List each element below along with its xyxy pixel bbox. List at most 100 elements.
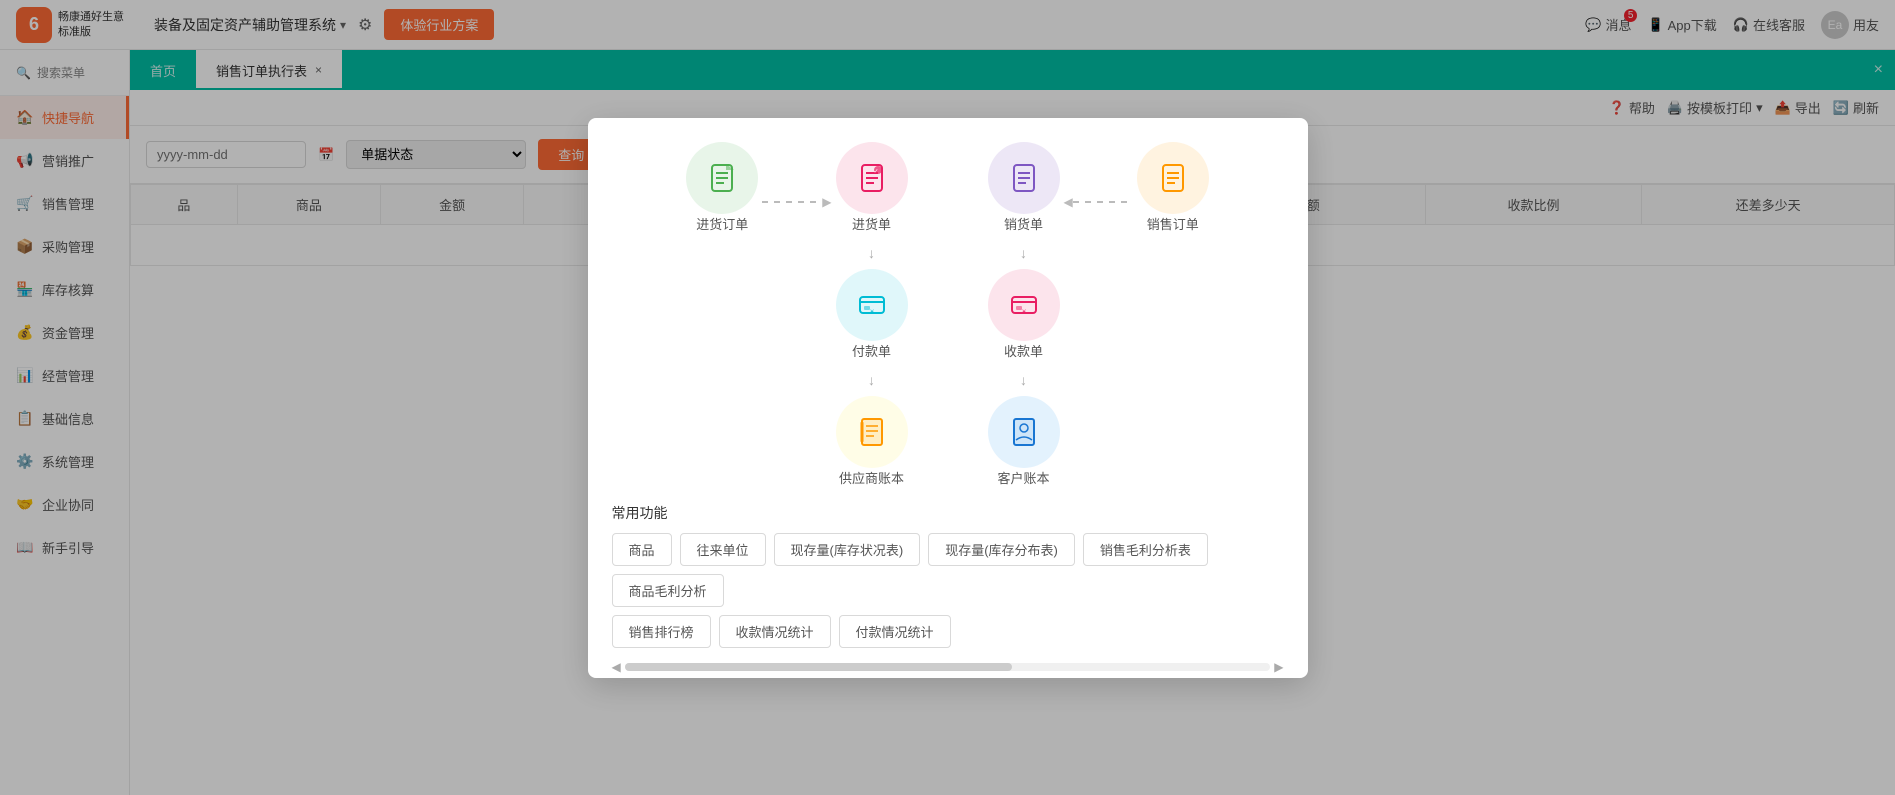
refresh-button[interactable]: 🔄 刷新 bbox=[1833, 98, 1879, 117]
arrow-down-purchase: ↓ bbox=[836, 245, 908, 261]
wf-node-payment[interactable]: ¥ 付款单 bbox=[836, 269, 908, 360]
sidebar-item-marketing[interactable]: 📢 营销推广 bbox=[0, 139, 129, 182]
workflow-modal[interactable]: 进货订单 ▶ ✓ 进货单 销货单 bbox=[588, 118, 1308, 678]
sale-bill-icon bbox=[988, 142, 1060, 214]
modal-scrollbar: ◀ ▶ bbox=[612, 660, 1284, 674]
top-right-actions: 💬 消息 5 📱 App下载 🎧 在线客服 Ea 用友 bbox=[1585, 11, 1879, 39]
app-download-button[interactable]: 📱 App下载 bbox=[1647, 15, 1716, 34]
sidebar-item-system[interactable]: ⚙️ 系统管理 bbox=[0, 440, 129, 483]
receipt-icon: ¥ bbox=[988, 269, 1060, 341]
status-select[interactable]: 单据状态 bbox=[346, 140, 526, 169]
marketing-icon: 📢 bbox=[16, 152, 34, 170]
system-icon: ⚙️ bbox=[16, 453, 34, 471]
tab-sales-order-execution[interactable]: 销售订单执行表 × bbox=[196, 50, 342, 90]
cf-btn-product[interactable]: 商品 bbox=[612, 533, 672, 566]
common-functions-title: 常用功能 bbox=[612, 503, 1284, 523]
settings-button[interactable]: ⚙ bbox=[358, 15, 372, 35]
wf-node-sale-bill[interactable]: 销货单 bbox=[988, 142, 1060, 233]
sidebar-item-basic[interactable]: 📋 基础信息 bbox=[0, 397, 129, 440]
search-icon: 🔍 bbox=[16, 66, 31, 80]
cf-btn-stock-status[interactable]: 现存量(库存状况表) bbox=[774, 533, 921, 566]
common-function-buttons-row2: 销售排行榜 收款情况统计 付款情况统计 bbox=[612, 615, 1284, 648]
wf-node-purchase-order[interactable]: 进货订单 bbox=[686, 142, 758, 233]
tab-close-button[interactable]: × bbox=[315, 63, 322, 77]
purchase-order-label: 进货订单 bbox=[696, 214, 748, 233]
close-all-tabs-button[interactable]: × bbox=[1874, 61, 1883, 79]
payment-label: 付款单 bbox=[852, 341, 891, 360]
scroll-thumb bbox=[625, 663, 1012, 671]
scroll-left-button[interactable]: ◀ bbox=[612, 660, 621, 674]
customer-ledger-label: 客户账本 bbox=[997, 468, 1049, 487]
sale-order-label: 销售订单 bbox=[1147, 214, 1199, 233]
col-days-remaining: 还差多少天 bbox=[1642, 185, 1895, 225]
tab-home[interactable]: 首页 bbox=[130, 50, 196, 90]
arrow-down-payment: ↓ bbox=[836, 372, 908, 388]
cf-btn-sale-profit[interactable]: 销售毛利分析表 bbox=[1083, 533, 1208, 566]
sidebar-search-button[interactable]: 🔍 搜索菜单 bbox=[10, 60, 119, 85]
col-pin: 品 bbox=[131, 185, 238, 225]
wf-node-supplier-ledger[interactable]: 供应商账本 bbox=[836, 396, 908, 487]
export-icon: 📤 bbox=[1775, 100, 1791, 116]
supplier-ledger-label: 供应商账本 bbox=[839, 468, 904, 487]
cf-btn-payment-stats[interactable]: 付款情况统计 bbox=[839, 615, 951, 648]
wf-node-customer-ledger[interactable]: 客户账本 bbox=[988, 396, 1060, 487]
cf-btn-contacts[interactable]: 往来单位 bbox=[680, 533, 766, 566]
system-dropdown-button[interactable]: ▾ bbox=[340, 18, 346, 32]
sidebar-item-operation[interactable]: 📊 经营管理 bbox=[0, 354, 129, 397]
top-bar: 6 畅康通好生意 标准版 装备及固定资产辅助管理系统 ▾ ⚙ 体验行业方案 💬 … bbox=[0, 0, 1895, 50]
sidebar-item-sales[interactable]: 🛒 销售管理 bbox=[0, 182, 129, 225]
sidebar-item-purchase[interactable]: 📦 采购管理 bbox=[0, 225, 129, 268]
guide-icon: 📖 bbox=[16, 539, 34, 557]
date-start-input[interactable] bbox=[146, 141, 306, 168]
finance-icon: 💰 bbox=[16, 324, 34, 342]
receipt-label: 收款单 bbox=[1004, 341, 1043, 360]
sidebar-item-guide[interactable]: 📖 新手引导 bbox=[0, 526, 129, 569]
help-button[interactable]: ❓ 帮助 bbox=[1609, 98, 1655, 117]
app-download-label: App下载 bbox=[1668, 15, 1717, 34]
arrow-down-receipt: ↓ bbox=[988, 372, 1060, 388]
wf-node-purchase-bill[interactable]: ✓ 进货单 bbox=[836, 142, 908, 233]
common-functions-section: 常用功能 商品 往来单位 现存量(库存状况表) 现存量(库存分布表) 销售毛利分… bbox=[612, 503, 1284, 648]
col-receipt-ratio: 收款比例 bbox=[1425, 185, 1641, 225]
scroll-right-button[interactable]: ▶ bbox=[1274, 660, 1283, 674]
sidebar: 🔍 搜索菜单 🏠 快捷导航 📢 营销推广 🛒 销售管理 📦 采购管理 bbox=[0, 50, 130, 795]
message-button[interactable]: 💬 消息 5 bbox=[1585, 15, 1631, 34]
arrow-down-sale: ↓ bbox=[988, 245, 1060, 261]
refresh-icon: 🔄 bbox=[1833, 100, 1849, 116]
user-label: 用友 bbox=[1853, 15, 1879, 34]
purchase-bill-icon: ✓ bbox=[836, 142, 908, 214]
sale-bill-label: 销货单 bbox=[1004, 214, 1043, 233]
print-button[interactable]: 🖨️ 按模板打印 ▾ bbox=[1667, 98, 1763, 117]
calendar-icon: 📅 bbox=[318, 147, 334, 163]
sidebar-item-inventory[interactable]: 🏪 库存核算 bbox=[0, 268, 129, 311]
experience-button[interactable]: 体验行业方案 bbox=[384, 9, 494, 40]
cf-btn-product-profit[interactable]: 商品毛利分析 bbox=[612, 574, 724, 607]
help-icon: ❓ bbox=[1609, 100, 1625, 116]
export-button[interactable]: 📤 导出 bbox=[1775, 98, 1821, 117]
basic-icon: 📋 bbox=[16, 410, 34, 428]
wf-node-receipt[interactable]: ¥ 收款单 bbox=[988, 269, 1060, 360]
supplier-ledger-icon bbox=[836, 396, 908, 468]
purchase-icon: 📦 bbox=[16, 238, 34, 256]
scroll-track[interactable] bbox=[625, 663, 1271, 671]
purchase-bill-label: 进货单 bbox=[852, 214, 891, 233]
operation-icon: 📊 bbox=[16, 367, 34, 385]
user-avatar: Ea bbox=[1821, 11, 1849, 39]
online-service-button[interactable]: 🎧 在线客服 bbox=[1733, 15, 1805, 34]
sidebar-item-finance[interactable]: 💰 资金管理 bbox=[0, 311, 129, 354]
cf-btn-stock-dist[interactable]: 现存量(库存分布表) bbox=[928, 533, 1075, 566]
download-icon: 📱 bbox=[1647, 17, 1663, 33]
logo-icon: 6 bbox=[16, 7, 52, 43]
service-icon: 🎧 bbox=[1733, 17, 1749, 33]
sidebar-search-area: 🔍 搜索菜单 bbox=[0, 50, 129, 96]
message-badge: 5 bbox=[1624, 9, 1638, 22]
user-menu[interactable]: Ea 用友 bbox=[1821, 11, 1879, 39]
cf-btn-sale-ranking[interactable]: 销售排行榜 bbox=[612, 615, 711, 648]
sidebar-item-enterprise[interactable]: 🤝 企业协同 bbox=[0, 483, 129, 526]
wf-node-sale-order[interactable]: 销售订单 bbox=[1137, 142, 1209, 233]
sales-icon: 🛒 bbox=[16, 195, 34, 213]
system-title-area: 装备及固定资产辅助管理系统 ▾ ⚙ 体验行业方案 bbox=[154, 9, 494, 40]
sidebar-item-quick-nav[interactable]: 🏠 快捷导航 bbox=[0, 96, 129, 139]
cf-btn-receipt-stats[interactable]: 收款情况统计 bbox=[719, 615, 831, 648]
col-amount: 金额 bbox=[381, 185, 524, 225]
